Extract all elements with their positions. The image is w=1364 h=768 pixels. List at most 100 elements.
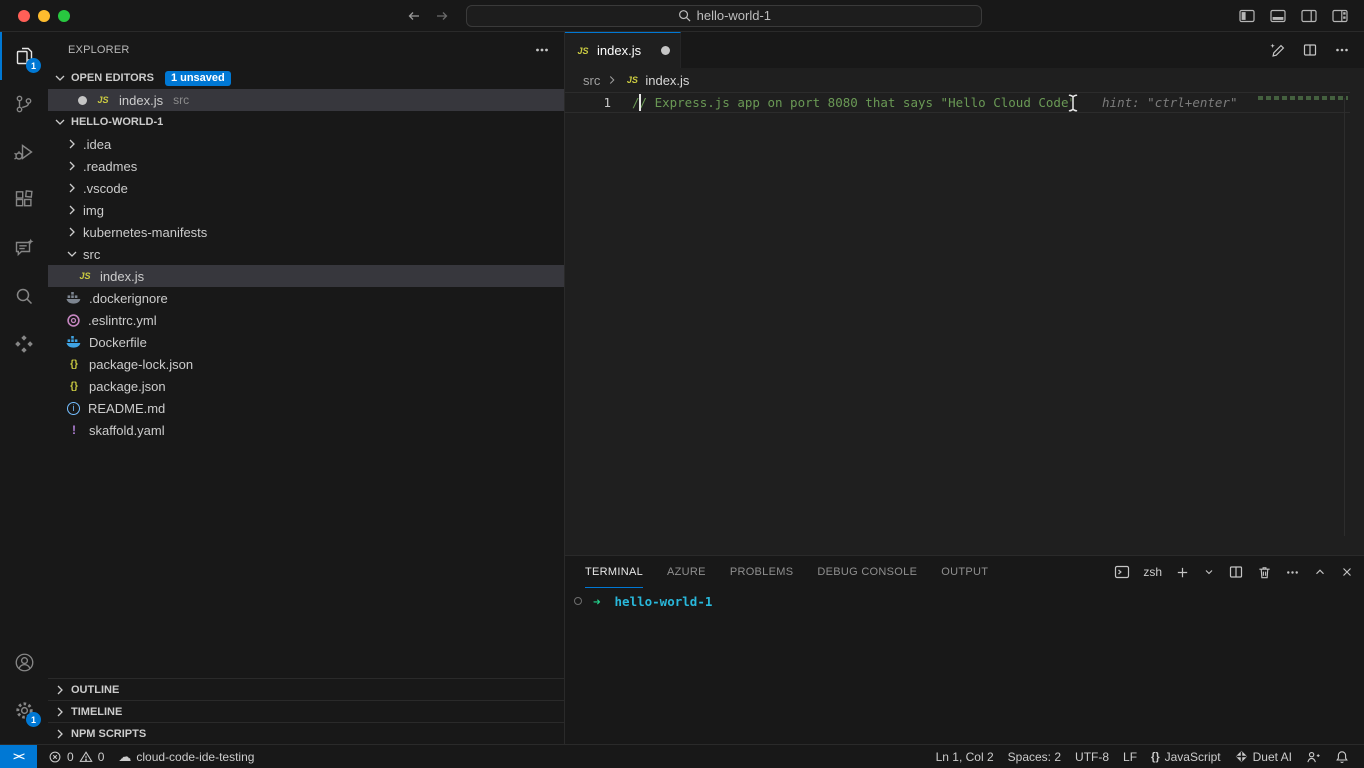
panel-more-actions-icon[interactable]	[1285, 565, 1300, 580]
prompt-directory: hello-world-1	[615, 594, 713, 609]
toggle-secondary-sidebar-icon[interactable]	[1301, 9, 1317, 23]
split-editor-icon[interactable]	[1302, 42, 1318, 58]
tree-item-label: Dockerfile	[89, 335, 147, 350]
editor-surface[interactable]: 1 // Express.js app on port 8080 that sa…	[565, 92, 1364, 555]
language-mode: JavaScript	[1165, 750, 1221, 764]
activity-source-control[interactable]	[0, 80, 48, 128]
panel-tab-debug-console[interactable]: DEBUG CONSOLE	[817, 556, 917, 588]
panel-tab-azure[interactable]: AZURE	[667, 556, 706, 588]
tree-item-package-json[interactable]: {} package.json	[48, 375, 564, 397]
more-actions-icon[interactable]	[1334, 42, 1350, 58]
back-arrow-icon[interactable]	[406, 8, 422, 24]
remote-indicator[interactable]: ><	[0, 745, 37, 768]
activity-run-debug[interactable]	[0, 128, 48, 176]
activity-explorer[interactable]: 1	[0, 32, 48, 80]
encoding-status[interactable]: UTF-8	[1068, 745, 1116, 768]
terminal-prompt-line[interactable]: ➜ hello-world-1	[565, 591, 1364, 611]
account-icon	[13, 651, 36, 674]
docker-whale-icon	[66, 335, 82, 349]
tree-item-src[interactable]: src	[48, 243, 564, 265]
terminal-shell-icon[interactable]	[1114, 564, 1130, 580]
activity-extensions[interactable]	[0, 176, 48, 224]
eslint-icon	[66, 313, 81, 328]
activity-accounts[interactable]	[0, 638, 48, 686]
sidebar-more-actions-icon[interactable]	[534, 42, 550, 58]
tree-item-skaffold[interactable]: ! skaffold.yaml	[48, 419, 564, 441]
open-editor-item[interactable]: JS index.js src	[48, 89, 564, 111]
duet-ai-diamond-icon	[1235, 750, 1248, 763]
toggle-primary-sidebar-icon[interactable]	[1239, 9, 1255, 23]
section-npm-scripts[interactable]: NPM SCRIPTS	[48, 722, 564, 744]
section-timeline[interactable]: TIMELINE	[48, 700, 564, 722]
shell-name[interactable]: zsh	[1143, 565, 1162, 579]
command-center-search[interactable]: hello-world-1	[466, 5, 982, 27]
braces-icon: {}	[1151, 751, 1160, 763]
vscode-window: hello-world-1 1	[0, 0, 1364, 768]
indentation-status[interactable]: Spaces: 2	[1001, 745, 1068, 768]
chevron-right-icon	[52, 726, 68, 742]
cloud-project-status[interactable]: ☁ cloud-code-ide-testing	[111, 745, 261, 768]
kill-terminal-trash-icon[interactable]	[1257, 565, 1272, 580]
json-braces-icon: {}	[66, 381, 82, 392]
cloud-code-diamonds-icon	[12, 332, 36, 356]
customize-layout-icon[interactable]	[1332, 9, 1348, 23]
breadcrumb-file[interactable]: index.js	[645, 73, 689, 88]
ai-code-actions-icon[interactable]	[1269, 42, 1286, 59]
chevron-right-icon	[64, 180, 80, 196]
problems-status[interactable]: 0 0	[41, 745, 111, 768]
panel-tab-output[interactable]: OUTPUT	[941, 556, 988, 588]
tree-item-readme[interactable]: i README.md	[48, 397, 564, 419]
tree-item-idea[interactable]: .idea	[48, 133, 564, 155]
tree-item-readmes[interactable]: .readmes	[48, 155, 564, 177]
terminal-dropdown-chevron-icon[interactable]	[1203, 566, 1215, 578]
command-decoration-icon[interactable]	[574, 597, 582, 605]
tree-item-index-js[interactable]: JS index.js	[48, 265, 564, 287]
split-terminal-icon[interactable]	[1228, 564, 1244, 580]
close-panel-icon[interactable]	[1340, 565, 1354, 579]
close-window-button[interactable]	[18, 10, 30, 22]
search-text: hello-world-1	[697, 8, 771, 23]
feedback-status[interactable]	[1299, 745, 1328, 768]
modified-dot-icon[interactable]	[661, 46, 670, 55]
open-editor-folder: src	[173, 93, 189, 107]
tree-item-kubernetes-manifests[interactable]: kubernetes-manifests	[48, 221, 564, 243]
toggle-panel-icon[interactable]	[1270, 9, 1286, 23]
modified-dot-icon[interactable]	[78, 96, 87, 105]
new-terminal-icon[interactable]	[1175, 565, 1190, 580]
tree-item-label: index.js	[100, 269, 144, 284]
activity-bar: 1	[0, 32, 48, 744]
maximize-panel-chevron-up-icon[interactable]	[1313, 565, 1327, 579]
workspace-header[interactable]: HELLO-WORLD-1	[48, 111, 564, 133]
activity-search[interactable]	[0, 272, 48, 320]
run-debug-icon	[12, 140, 36, 164]
panel-tab-problems[interactable]: PROBLEMS	[730, 556, 794, 588]
breadcrumb: src JS index.js	[565, 68, 1364, 92]
notifications-status[interactable]	[1328, 745, 1356, 768]
eol-status[interactable]: LF	[1116, 745, 1144, 768]
duet-ai-status[interactable]: Duet AI	[1228, 745, 1299, 768]
cursor-position-status[interactable]: Ln 1, Col 2	[929, 745, 1001, 768]
minimize-window-button[interactable]	[38, 10, 50, 22]
tab-index-js[interactable]: JS index.js	[565, 32, 681, 68]
tree-item-img[interactable]: img	[48, 199, 564, 221]
tree-item-package-lock[interactable]: {} package-lock.json	[48, 353, 564, 375]
open-editors-header[interactable]: OPEN EDITORS 1 unsaved	[48, 67, 564, 89]
activity-cloud-code[interactable]	[0, 320, 48, 368]
activity-settings[interactable]: 1	[0, 686, 48, 734]
panel-tab-terminal[interactable]: TERMINAL	[585, 556, 643, 588]
tree-item-vscode[interactable]: .vscode	[48, 177, 564, 199]
tree-item-dockerfile[interactable]: Dockerfile	[48, 331, 564, 353]
tab-label: index.js	[597, 43, 641, 58]
tree-item-dockerignore[interactable]: .dockerignore	[48, 287, 564, 309]
language-mode-status[interactable]: {} JavaScript	[1144, 745, 1228, 768]
tree-item-label: src	[83, 247, 100, 262]
zoom-window-button[interactable]	[58, 10, 70, 22]
section-outline[interactable]: OUTLINE	[48, 678, 564, 700]
breadcrumb-folder[interactable]: src	[583, 73, 600, 88]
macos-traffic-lights	[18, 10, 70, 22]
bell-icon	[1335, 750, 1349, 764]
forward-arrow-icon[interactable]	[434, 8, 450, 24]
tree-item-eslintrc[interactable]: .eslintrc.yml	[48, 309, 564, 331]
activity-ai-chat[interactable]	[0, 224, 48, 272]
minimap[interactable]	[1258, 96, 1348, 100]
